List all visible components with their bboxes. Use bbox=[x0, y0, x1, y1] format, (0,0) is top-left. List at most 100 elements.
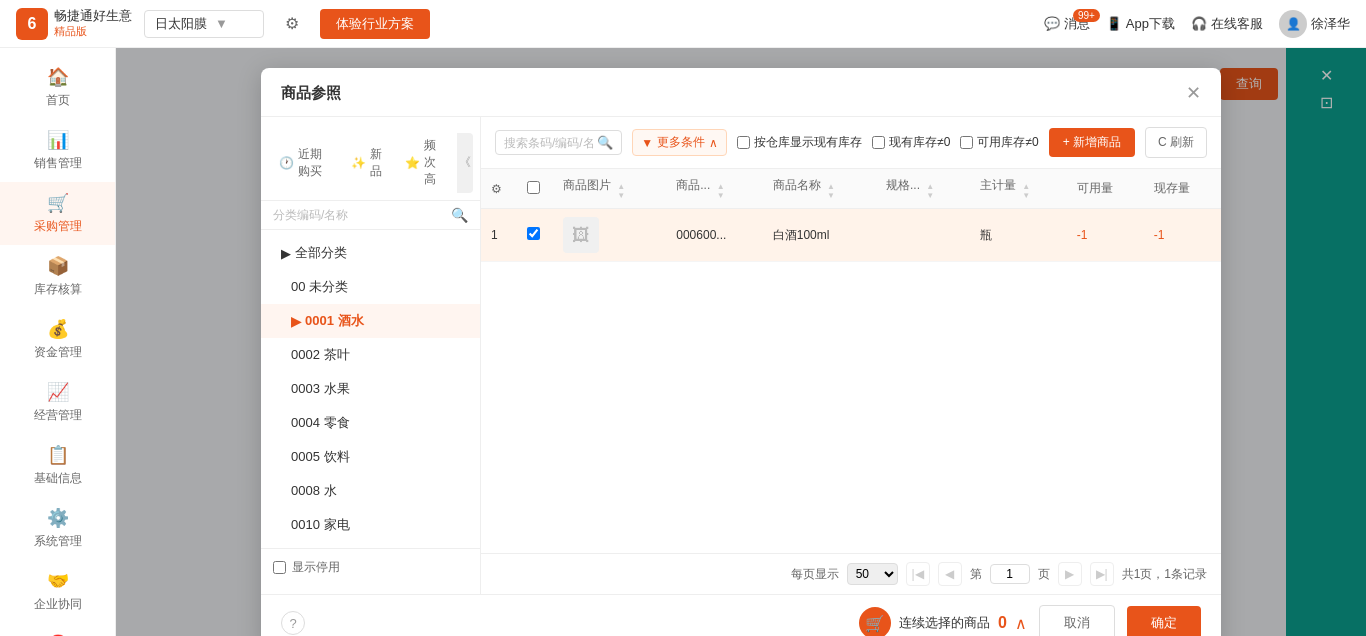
category-liquor[interactable]: ▶ 0001 酒水 bbox=[261, 304, 480, 338]
modal-close-button[interactable]: ✕ bbox=[1186, 82, 1201, 104]
help-icon[interactable]: ? bbox=[281, 611, 305, 635]
col-code[interactable]: 商品... ▲▼ bbox=[666, 169, 762, 209]
add-product-button[interactable]: + 新增商品 bbox=[1049, 128, 1135, 157]
col-checkbox[interactable] bbox=[517, 169, 553, 209]
cart-icon[interactable]: 🛒 bbox=[859, 607, 891, 636]
category-tea[interactable]: 0002 茶叶 bbox=[261, 338, 480, 372]
sidebar-item-system[interactable]: ⚙️ 系统管理 bbox=[0, 497, 115, 560]
tab-recent-purchase[interactable]: 🕐 近期购买 bbox=[269, 140, 341, 186]
product-reference-modal: 商品参照 ✕ 🕐 近期购买 ✨ 新品 bbox=[261, 68, 1221, 636]
sidebar-item-home[interactable]: 🏠 首页 bbox=[0, 56, 115, 119]
col-code-label: 商品... bbox=[676, 178, 710, 192]
product-search-input[interactable] bbox=[504, 136, 593, 150]
row-code: 000600... bbox=[666, 209, 762, 262]
cancel-button[interactable]: 取消 bbox=[1039, 605, 1115, 636]
tab-new-product[interactable]: ✨ 新品 bbox=[341, 140, 394, 186]
left-panel-collapse-button[interactable]: 《 bbox=[457, 133, 473, 193]
available-filter-checkbox[interactable]: 现有库存≠0 bbox=[872, 134, 950, 151]
col-settings[interactable]: ⚙ bbox=[481, 169, 517, 209]
avatar: 👤 bbox=[1279, 10, 1307, 38]
new-icon: ✨ bbox=[351, 156, 366, 170]
sales-icon: 📊 bbox=[47, 129, 69, 151]
sidebar-item-purchase[interactable]: 🛒 采购管理 bbox=[0, 182, 115, 245]
sidebar-item-basic[interactable]: 📋 基础信息 bbox=[0, 434, 115, 497]
main-layout: 🏠 首页 📊 销售管理 🛒 采购管理 📦 库存核算 💰 资金管理 📈 经营管理 … bbox=[0, 48, 1366, 636]
online-service-item[interactable]: 🎧 在线客服 bbox=[1191, 15, 1263, 33]
tab-high-frequency[interactable]: ⭐ 频次高 bbox=[395, 131, 458, 194]
purchase-icon: 🛒 bbox=[47, 192, 69, 214]
messages-item[interactable]: 💬 消息 99+ bbox=[1044, 15, 1090, 33]
sidebar-item-label: 首页 bbox=[46, 92, 70, 109]
modal-right-toolbar: 🔍 ▼ 更多条件 ∧ 按仓库显示现有库存 bbox=[481, 117, 1221, 169]
next-page-button[interactable]: ▶ bbox=[1058, 562, 1082, 586]
prev-page-button[interactable]: ◀ bbox=[938, 562, 962, 586]
sidebar-item-sales[interactable]: 📊 销售管理 bbox=[0, 119, 115, 182]
col-unit[interactable]: 主计量 ▲▼ bbox=[970, 169, 1067, 209]
sidebar-item-inventory[interactable]: 📦 库存核算 bbox=[0, 245, 115, 308]
last-page-button[interactable]: ▶| bbox=[1090, 562, 1114, 586]
col-available[interactable]: 可用量 bbox=[1067, 169, 1144, 209]
sidebar-item-guide[interactable]: 🎯 新手引导 bbox=[0, 623, 115, 636]
col-unit-label: 主计量 bbox=[980, 178, 1016, 192]
modal-title: 商品参照 bbox=[281, 84, 341, 103]
col-image[interactable]: 商品图片 ▲▼ bbox=[553, 169, 666, 209]
per-page-select[interactable]: 50 100 bbox=[847, 563, 898, 585]
product-search-bar: 🔍 bbox=[495, 130, 622, 155]
trial-button[interactable]: 体验行业方案 bbox=[320, 9, 430, 39]
sidebar-item-label: 企业协同 bbox=[34, 596, 82, 613]
select-all-checkbox[interactable] bbox=[527, 181, 540, 194]
store-select[interactable]: 日太阳膜 ▼ bbox=[144, 10, 264, 38]
collab-icon: 🤝 bbox=[47, 570, 69, 592]
category-unclassified[interactable]: 00 未分类 bbox=[261, 270, 480, 304]
table: ⚙ 商品图片 ▲▼ 商品... ▲▼ bbox=[481, 169, 1221, 262]
refresh-button[interactable]: C 刷新 bbox=[1145, 127, 1207, 158]
filter-collapse-icon: ∧ bbox=[709, 136, 718, 150]
col-image-sort: ▲▼ bbox=[617, 182, 625, 200]
col-stock-label: 现存量 bbox=[1154, 181, 1190, 195]
sidebar-item-collab[interactable]: 🤝 企业协同 bbox=[0, 560, 115, 623]
logo-text: 畅捷通好生意 精品版 bbox=[54, 8, 132, 39]
show-disabled-input[interactable] bbox=[273, 561, 286, 574]
user-item[interactable]: 👤 徐泽华 bbox=[1279, 10, 1350, 38]
sidebar-item-finance[interactable]: 💰 资金管理 bbox=[0, 308, 115, 371]
modal-body: 🕐 近期购买 ✨ 新品 ⭐ 频次高 《 bbox=[261, 117, 1221, 594]
sidebar-item-operations[interactable]: 📈 经营管理 bbox=[0, 371, 115, 434]
table-row[interactable]: 1 🖼 000600... 白酒100ml bbox=[481, 209, 1221, 262]
active-expand-icon: ▶ bbox=[291, 314, 301, 329]
more-filters-button[interactable]: ▼ 更多条件 ∧ bbox=[632, 129, 727, 156]
page-number-input[interactable] bbox=[990, 564, 1030, 584]
row-select-checkbox[interactable] bbox=[527, 227, 540, 240]
category-search-bar: 🔍 bbox=[261, 201, 480, 230]
category-fruit[interactable]: 0003 水果 bbox=[261, 372, 480, 406]
modal-left-footer: 显示停用 bbox=[261, 548, 480, 586]
category-beverage[interactable]: 0005 饮料 bbox=[261, 440, 480, 474]
home-icon: 🏠 bbox=[47, 66, 69, 88]
cart-collapse-icon[interactable]: ∧ bbox=[1015, 614, 1027, 633]
confirm-button[interactable]: 确定 bbox=[1127, 606, 1201, 636]
first-page-button[interactable]: |◀ bbox=[906, 562, 930, 586]
settings-icon[interactable]: ⚙ bbox=[276, 8, 308, 40]
usable-filter-input[interactable] bbox=[960, 136, 973, 149]
col-name[interactable]: 商品名称 ▲▼ bbox=[763, 169, 876, 209]
product-search-icon[interactable]: 🔍 bbox=[597, 135, 613, 150]
category-search-input[interactable] bbox=[273, 208, 451, 222]
operations-icon: 📈 bbox=[47, 381, 69, 403]
category-search-icon[interactable]: 🔍 bbox=[451, 207, 468, 223]
row-checkbox[interactable] bbox=[517, 209, 553, 262]
warehouse-filter-input[interactable] bbox=[737, 136, 750, 149]
basic-icon: 📋 bbox=[47, 444, 69, 466]
category-all[interactable]: ▶ 全部分类 bbox=[261, 236, 480, 270]
finance-icon: 💰 bbox=[47, 318, 69, 340]
category-water[interactable]: 0008 水 bbox=[261, 474, 480, 508]
category-snack[interactable]: 0004 零食 bbox=[261, 406, 480, 440]
available-filter-input[interactable] bbox=[872, 136, 885, 149]
category-appliances[interactable]: 0010 家电 bbox=[261, 508, 480, 542]
col-spec[interactable]: 规格... ▲▼ bbox=[876, 169, 970, 209]
usable-filter-checkbox[interactable]: 可用库存≠0 bbox=[960, 134, 1038, 151]
show-disabled-checkbox[interactable]: 显示停用 bbox=[273, 559, 468, 576]
sidebar-item-label: 销售管理 bbox=[34, 155, 82, 172]
sidebar-item-label: 经营管理 bbox=[34, 407, 82, 424]
app-download-item[interactable]: 📱 App下载 bbox=[1106, 15, 1175, 33]
col-stock[interactable]: 现存量 bbox=[1144, 169, 1221, 209]
warehouse-filter-checkbox[interactable]: 按仓库显示现有库存 bbox=[737, 134, 862, 151]
